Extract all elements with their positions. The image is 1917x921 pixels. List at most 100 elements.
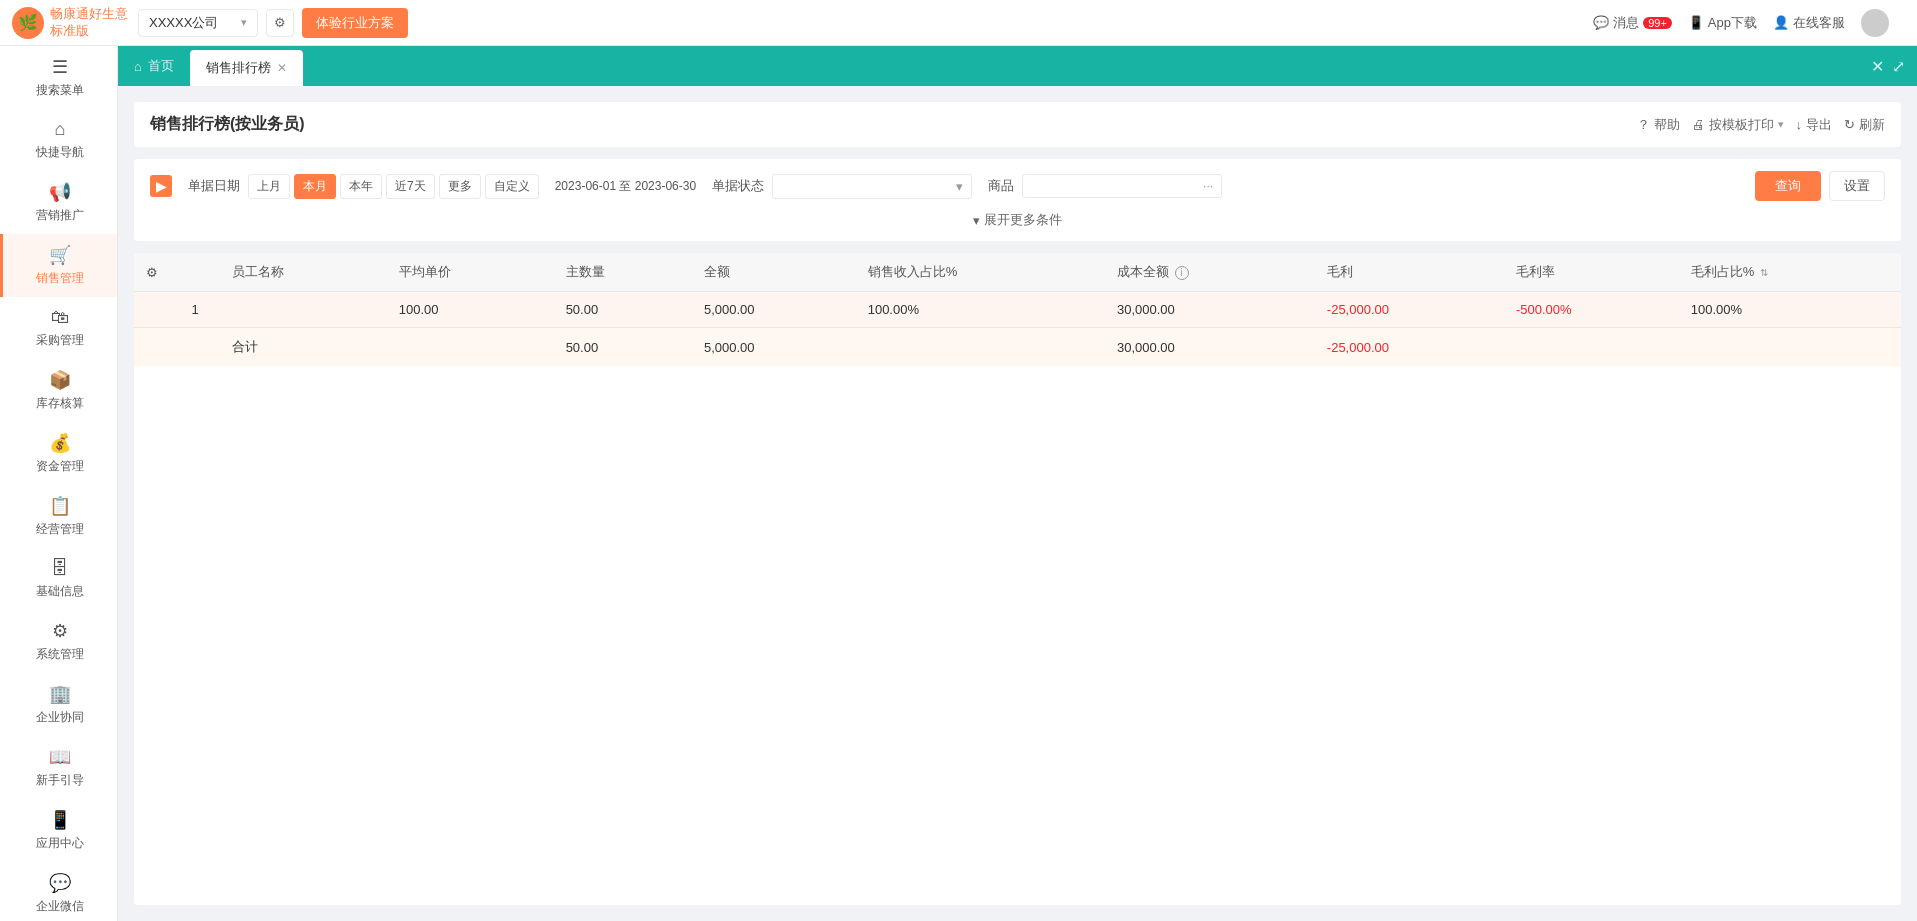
- date-btn-last-7-days[interactable]: 近7天: [386, 174, 435, 199]
- sidebar-item-marketing[interactable]: 📢 营销推广: [0, 171, 117, 234]
- weixin-icon: 💬: [49, 872, 71, 894]
- table-container: ⚙ 员工名称 平均单价 主数量 全额 销售收入占比% 成本全额 i: [134, 253, 1901, 905]
- cell-sales-pct: 100.00%: [856, 292, 1105, 328]
- sidebar-item-finance[interactable]: 💰 资金管理: [0, 422, 117, 485]
- sales-rank-table: ⚙ 员工名称 平均单价 主数量 全额 销售收入占比% 成本全额 i: [134, 253, 1901, 366]
- date-btn-custom[interactable]: 自定义: [485, 174, 539, 199]
- home-icon: ⌂: [134, 59, 142, 74]
- date-btn-this-month[interactable]: 本月: [294, 174, 336, 199]
- sidebar-item-enterprise[interactable]: 🏢 企业协同: [0, 673, 117, 736]
- goods-filter-label: 商品: [988, 177, 1014, 195]
- sidebar-label-purchase-mgmt: 采购管理: [36, 332, 84, 349]
- sidebar-label-enterprise: 企业协同: [36, 709, 84, 726]
- col-settings: ⚙: [134, 253, 170, 292]
- col-gross-rate: 毛利率: [1504, 253, 1679, 292]
- footer-sales-pct-cell: [856, 328, 1105, 367]
- footer-cost-cell: 30,000.00: [1105, 328, 1315, 367]
- footer-settings-cell: [134, 328, 170, 367]
- col-settings-icon[interactable]: ⚙: [146, 265, 158, 280]
- footer-amount-cell: 5,000.00: [692, 328, 856, 367]
- message-button[interactable]: 💬 消息 99+: [1593, 14, 1672, 32]
- sidebar-item-system-mgmt[interactable]: ⚙ 系统管理: [0, 610, 117, 673]
- tab-bar: ⌂ 首页 销售排行榜 ✕ ✕ ⤢: [118, 46, 1917, 86]
- guide-icon: 📖: [49, 746, 71, 768]
- avatar[interactable]: [1861, 9, 1889, 37]
- sidebar-label-marketing: 营销推广: [36, 207, 84, 224]
- sidebar-item-inventory[interactable]: 📦 库存核算: [0, 359, 117, 422]
- operations-icon: 📋: [49, 495, 71, 517]
- sidebar-label-operations: 经营管理: [36, 521, 84, 538]
- col-avg-price: 平均单价: [387, 253, 554, 292]
- sidebar-item-sales-mgmt[interactable]: 🛒 销售管理: [0, 234, 117, 297]
- app-download-button[interactable]: 📱 App下载: [1688, 14, 1757, 32]
- header-actions: ？ 帮助 🖨 按模板打印 ▾ ↓ 导出 ↻ 刷新: [1637, 116, 1886, 134]
- query-button[interactable]: 查询: [1755, 171, 1821, 201]
- goods-select-more: ···: [1203, 179, 1213, 193]
- footer-gross-cell: -25,000.00: [1315, 328, 1504, 367]
- status-select[interactable]: ▾: [772, 174, 972, 199]
- filter-date-item: 单据日期 上月 本月 本年 近7天 更多 自定义: [188, 174, 539, 199]
- sidebar: ☰ 搜索菜单 ⌂ 快捷导航 📢 营销推广 🛒 销售管理 🛍 采购管理 📦 库存核…: [0, 46, 118, 921]
- refresh-button[interactable]: ↻ 刷新: [1844, 116, 1885, 134]
- sidebar-label-finance: 资金管理: [36, 458, 84, 475]
- gross-pct-sort-icon[interactable]: ⇅: [1760, 267, 1768, 278]
- sidebar-item-quick-nav[interactable]: ⌂ 快捷导航: [0, 109, 117, 171]
- date-range-buttons: 上月 本月 本年 近7天 更多 自定义: [248, 174, 539, 199]
- cell-cost: 30,000.00: [1105, 292, 1315, 328]
- sidebar-item-operations[interactable]: 📋 经营管理: [0, 485, 117, 548]
- topbar-settings-button[interactable]: ⚙: [266, 9, 294, 37]
- search-order-icon: ☰: [52, 56, 68, 78]
- date-range-display: 2023-06-01 至 2023-06-30: [555, 178, 696, 195]
- print-button[interactable]: 🖨 按模板打印 ▾: [1692, 116, 1784, 134]
- online-service-icon: 👤: [1773, 15, 1789, 30]
- goods-select[interactable]: ···: [1022, 174, 1222, 198]
- sidebar-item-guide[interactable]: 📖 新手引导: [0, 736, 117, 799]
- sidebar-item-purchase-mgmt[interactable]: 🛍 采购管理: [0, 297, 117, 359]
- tab-sales-rank[interactable]: 销售排行榜 ✕: [190, 50, 303, 86]
- sidebar-item-base-info[interactable]: 🗄 基础信息: [0, 548, 117, 610]
- filter-toggle-button[interactable]: ▶: [150, 175, 172, 197]
- expand-down-icon: ▾: [973, 213, 980, 228]
- base-info-icon: 🗄: [51, 558, 69, 579]
- purchase-mgmt-icon: 🛍: [51, 307, 69, 328]
- table-footer-row: 合计 50.00 5,000.00 30,000.00 -25,000.00: [134, 328, 1901, 367]
- tab-close-icon[interactable]: ✕: [277, 61, 287, 75]
- finance-icon: 💰: [49, 432, 71, 454]
- sidebar-label-app-center: 应用中心: [36, 835, 84, 852]
- col-amount: 全额: [692, 253, 856, 292]
- sidebar-label-weixin: 企业微信: [36, 898, 84, 915]
- cost-info-icon[interactable]: i: [1175, 266, 1189, 280]
- app-download-icon: 📱: [1688, 15, 1704, 30]
- sidebar-label-base-info: 基础信息: [36, 583, 84, 600]
- main-layout: ☰ 搜索菜单 ⌂ 快捷导航 📢 营销推广 🛒 销售管理 🛍 采购管理 📦 库存核…: [0, 46, 1917, 921]
- sidebar-label-guide: 新手引导: [36, 772, 84, 789]
- company-selector[interactable]: XXXXX公司 ▾: [138, 9, 258, 37]
- message-icon: 💬: [1593, 15, 1609, 30]
- date-btn-more[interactable]: 更多: [439, 174, 481, 199]
- marketing-icon: 📢: [49, 181, 71, 203]
- filter-settings-button[interactable]: 设置: [1829, 171, 1885, 201]
- refresh-icon: ↻: [1844, 117, 1855, 132]
- tab-expand-icon[interactable]: ⤢: [1892, 57, 1905, 76]
- content-area: ⌂ 首页 销售排行榜 ✕ ✕ ⤢ 销售排行榜(按业务员) ？ 帮助: [118, 46, 1917, 921]
- cell-gross-rate: -500.00%: [1504, 292, 1679, 328]
- trial-button[interactable]: 体验行业方案: [302, 8, 408, 38]
- tab-minimize-icon[interactable]: ✕: [1871, 57, 1884, 76]
- filter-right-actions: 查询 设置: [1755, 171, 1885, 201]
- export-button[interactable]: ↓ 导出: [1796, 116, 1833, 134]
- date-btn-this-year[interactable]: 本年: [340, 174, 382, 199]
- status-select-chevron: ▾: [956, 179, 963, 194]
- expand-conditions-button[interactable]: ▾ 展开更多条件: [973, 211, 1062, 229]
- online-service-button[interactable]: 👤 在线客服: [1773, 14, 1845, 32]
- footer-gross-pct-cell: [1679, 328, 1901, 367]
- sidebar-item-weixin[interactable]: 💬 企业微信: [0, 862, 117, 921]
- table-header-row: ⚙ 员工名称 平均单价 主数量 全额 销售收入占比% 成本全额 i: [134, 253, 1901, 292]
- help-button[interactable]: ？ 帮助: [1637, 116, 1680, 134]
- sidebar-item-app-center[interactable]: 📱 应用中心: [0, 799, 117, 862]
- sidebar-item-search-order[interactable]: ☰ 搜索菜单: [0, 46, 117, 109]
- system-mgmt-icon: ⚙: [52, 620, 68, 642]
- date-btn-last-month[interactable]: 上月: [248, 174, 290, 199]
- tab-home[interactable]: ⌂ 首页: [118, 46, 190, 86]
- col-quantity: 主数量: [554, 253, 692, 292]
- filter-expand-row: ▾ 展开更多条件: [150, 211, 1885, 229]
